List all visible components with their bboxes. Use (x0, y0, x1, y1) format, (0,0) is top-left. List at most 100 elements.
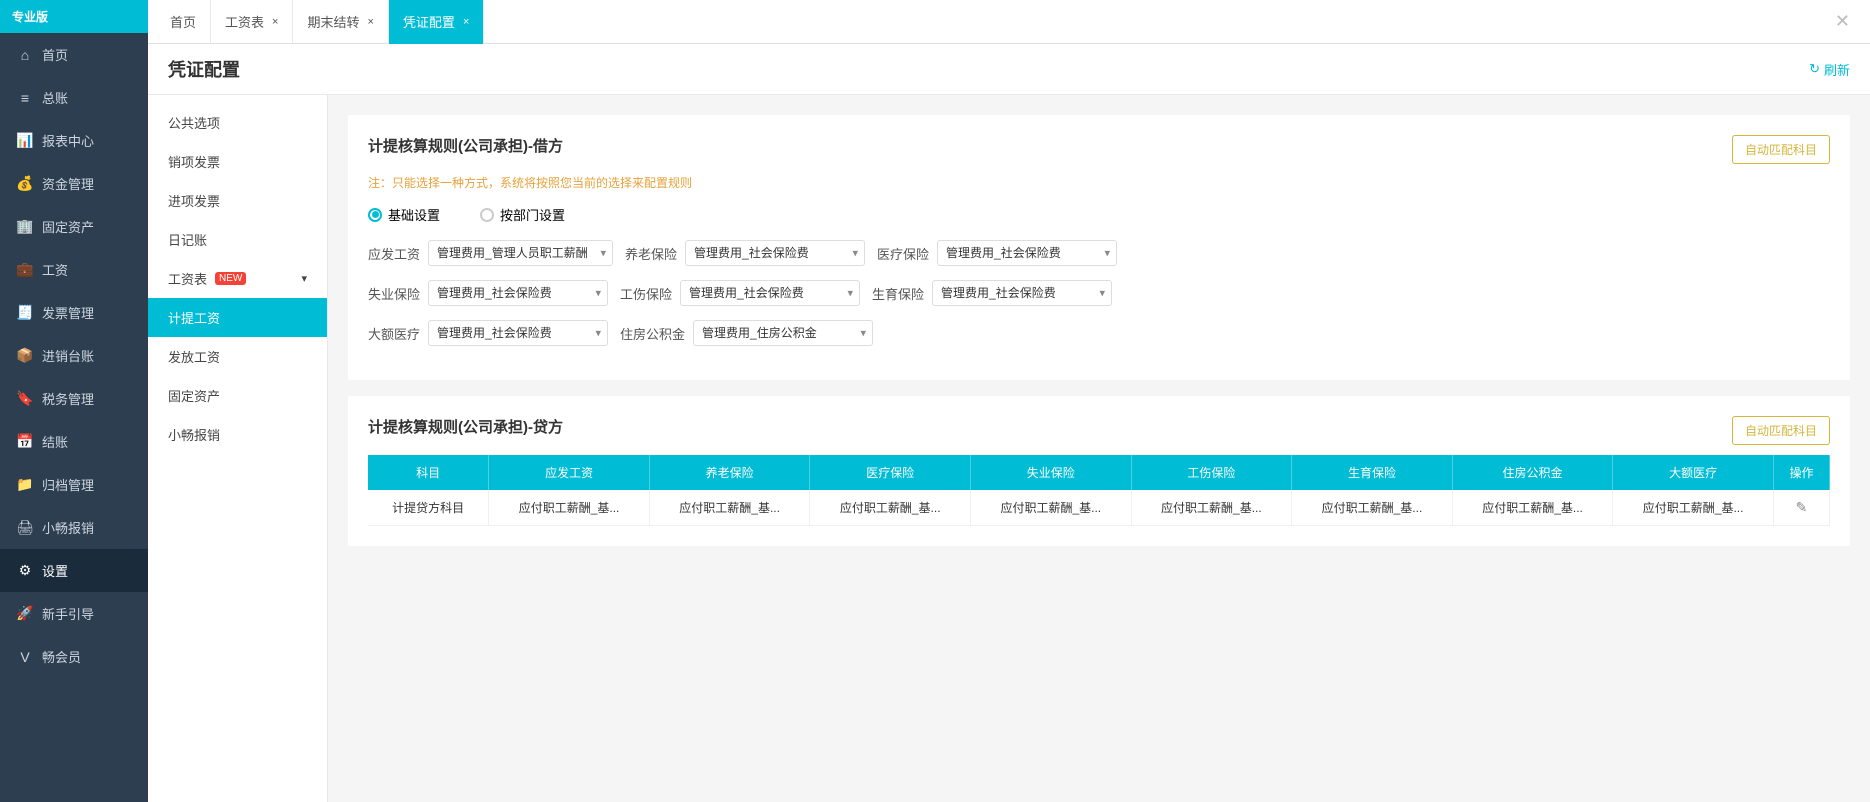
sidebar-item-label: 报表中心 (42, 131, 94, 150)
select-wrapper-pension: 管理费用_社会保险费 (685, 240, 865, 266)
radio-group: 基础设置 按部门设置 (368, 205, 1830, 224)
form-group-medical: 医疗保险 管理费用_社会保险费 (877, 240, 1117, 266)
radio-dept[interactable]: 按部门设置 (480, 205, 565, 224)
sidebar-item-tax[interactable]: 🔖 税务管理 (0, 377, 148, 420)
tab-salary-table[interactable]: 工资表 × (211, 0, 293, 44)
form-row-1: 应发工资 管理费用_管理人员职工薪酬 养老保险 管理费用_社会保险费 (368, 240, 1830, 266)
section-credit: 计提核算规则(公司承担)-贷方 自动匹配科目 科目 应发工资 养老保险 医疗保险… (348, 396, 1850, 546)
left-nav-cancel-invoice[interactable]: 销项发票 (148, 142, 327, 181)
sidebar-item-xiaochang[interactable]: 🖨 小畅报销 (0, 506, 148, 549)
form-group-birth: 生育保险 管理费用_社会保险费 (872, 280, 1112, 306)
select-wrapper-bigmed: 管理费用_社会保险费 (428, 320, 608, 346)
select-injury[interactable]: 管理费用_社会保险费 (680, 280, 860, 306)
select-housing[interactable]: 管理费用_住房公积金 (693, 320, 873, 346)
table-row: 计提贷方科目 应付职工薪酬_基... 应付职工薪酬_基... 应付职工薪酬_基.… (368, 490, 1830, 526)
sidebar-item-member[interactable]: V 畅会员 (0, 635, 148, 678)
select-pension[interactable]: 管理费用_社会保险费 (685, 240, 865, 266)
left-nav-fixed-assets[interactable]: 固定资产 (148, 376, 327, 415)
sidebar-item-label: 结账 (42, 432, 68, 451)
edit-icon[interactable]: ✎ (1796, 499, 1808, 515)
tab-salary-table-close[interactable]: × (272, 16, 278, 28)
sidebar-item-guide[interactable]: 🚀 新手引导 (0, 592, 148, 635)
th-subject: 科目 (368, 455, 489, 490)
cell-injury: 应付职工薪酬_基... (1131, 490, 1292, 526)
form-group-injury: 工伤保险 管理费用_社会保险费 (620, 280, 860, 306)
assets-icon: 🏢 (16, 218, 34, 235)
form-group-pension: 养老保险 管理费用_社会保险费 (625, 240, 865, 266)
member-icon: V (16, 649, 34, 665)
left-nav-salary-table[interactable]: 工资表 NEW ▾ (148, 259, 327, 298)
sidebar-item-label: 畅会员 (42, 647, 81, 666)
label-pension: 养老保险 (625, 244, 677, 263)
left-nav-xiaochang[interactable]: 小畅报销 (148, 415, 327, 454)
cell-action[interactable]: ✎ (1773, 490, 1829, 526)
sidebar-item-label: 总账 (42, 88, 68, 107)
tab-voucher-config-close[interactable]: × (463, 16, 469, 28)
tab-home[interactable]: 首页 (156, 0, 211, 44)
auto-match-debit-button[interactable]: 自动匹配科目 (1732, 135, 1830, 164)
sidebar-item-fund[interactable]: 💰 资金管理 (0, 162, 148, 205)
tab-voucher-config[interactable]: 凭证配置 × (389, 0, 484, 44)
th-injury: 工伤保险 (1131, 455, 1292, 490)
window-close-button[interactable]: ✕ (1823, 11, 1862, 32)
radio-dept-label: 按部门设置 (500, 205, 565, 224)
cell-medical: 应付职工薪酬_基... (810, 490, 971, 526)
sidebar-item-inout[interactable]: 📦 进销台账 (0, 334, 148, 377)
th-bigmed: 大额医疗 (1613, 455, 1774, 490)
sidebar-item-label: 设置 (42, 561, 68, 580)
th-pension: 养老保险 (649, 455, 810, 490)
radio-basic[interactable]: 基础设置 (368, 205, 440, 224)
guide-icon: 🚀 (16, 605, 34, 622)
select-unemploy[interactable]: 管理费用_社会保险费 (428, 280, 608, 306)
right-content: 计提核算规则(公司承担)-借方 自动匹配科目 注：只能选择一种方式，系统将按照您… (328, 95, 1870, 802)
form-row-2: 失业保险 管理费用_社会保险费 工伤保险 管理费用_社会保险费 (368, 280, 1830, 306)
sidebar-item-label: 新手引导 (42, 604, 94, 623)
app-version-badge: 专业版 (0, 0, 148, 33)
select-wrapper-unemploy: 管理费用_社会保险费 (428, 280, 608, 306)
left-nav-calc-salary[interactable]: 计提工资 (148, 298, 327, 337)
th-action: 操作 (1773, 455, 1829, 490)
sidebar-item-ledger[interactable]: ≡ 总账 (0, 76, 148, 119)
sidebar-item-archive[interactable]: 📁 归档管理 (0, 463, 148, 506)
select-medical[interactable]: 管理费用_社会保险费 (937, 240, 1117, 266)
left-nav-entry-invoice[interactable]: 进项发票 (148, 181, 327, 220)
sidebar-item-label: 首页 (42, 45, 68, 64)
content-area: 公共选项 销项发票 进项发票 日记账 工资表 NEW ▾ 计提工资 发放工资 固… (148, 95, 1870, 802)
left-nav-pay-salary[interactable]: 发放工资 (148, 337, 327, 376)
page-header: 凭证配置 ↻ 刷新 (148, 44, 1870, 95)
auto-match-credit-button[interactable]: 自动匹配科目 (1732, 416, 1830, 445)
th-unemploy: 失业保险 (971, 455, 1132, 490)
sidebar-item-home[interactable]: ⌂ 首页 (0, 33, 148, 76)
cell-pension: 应付职工薪酬_基... (649, 490, 810, 526)
select-wrapper-salary: 管理费用_管理人员职工薪酬 (428, 240, 613, 266)
section1-header: 计提核算规则(公司承担)-借方 自动匹配科目 (368, 135, 1830, 164)
tax-icon: 🔖 (16, 390, 34, 407)
sidebar-item-settings[interactable]: ⚙ 设置 (0, 549, 148, 592)
settings-icon: ⚙ (16, 562, 34, 579)
tab-voucher-config-label: 凭证配置 (403, 12, 455, 31)
left-nav-journal[interactable]: 日记账 (148, 220, 327, 259)
sidebar-item-invoice[interactable]: 🧾 发票管理 (0, 291, 148, 334)
main-area: 首页 工资表 × 期末结转 × 凭证配置 × ✕ 凭证配置 ↻ 刷新 公共选项 … (148, 0, 1870, 802)
inout-icon: 📦 (16, 347, 34, 364)
sidebar-item-report[interactable]: 📊 报表中心 (0, 119, 148, 162)
select-birth[interactable]: 管理费用_社会保险费 (932, 280, 1112, 306)
sidebar-item-assets[interactable]: 🏢 固定资产 (0, 205, 148, 248)
xiaochang-icon: 🖨 (16, 519, 34, 536)
section2-header: 计提核算规则(公司承担)-贷方 自动匹配科目 (368, 416, 1830, 445)
refresh-button[interactable]: ↻ 刷新 (1809, 60, 1850, 79)
close-sidebar-icon: 📅 (16, 433, 34, 450)
select-salary[interactable]: 管理费用_管理人员职工薪酬 (428, 240, 613, 266)
th-birth: 生育保险 (1292, 455, 1453, 490)
tab-period-close-close[interactable]: × (367, 16, 373, 28)
sidebar: 专业版 ⌂ 首页 ≡ 总账 📊 报表中心 💰 资金管理 🏢 固定资产 💼 工资 … (0, 0, 148, 802)
left-nav-public[interactable]: 公共选项 (148, 103, 327, 142)
sidebar-item-label: 固定资产 (42, 217, 94, 236)
fund-icon: 💰 (16, 175, 34, 192)
sidebar-item-salary[interactable]: 💼 工资 (0, 248, 148, 291)
sidebar-item-close[interactable]: 📅 结账 (0, 420, 148, 463)
select-bigmed[interactable]: 管理费用_社会保险费 (428, 320, 608, 346)
section1-note: 注：只能选择一种方式，系统将按照您当前的选择来配置规则 (368, 174, 1830, 191)
home-icon: ⌂ (16, 47, 34, 63)
tab-period-close[interactable]: 期末结转 × (293, 0, 388, 44)
